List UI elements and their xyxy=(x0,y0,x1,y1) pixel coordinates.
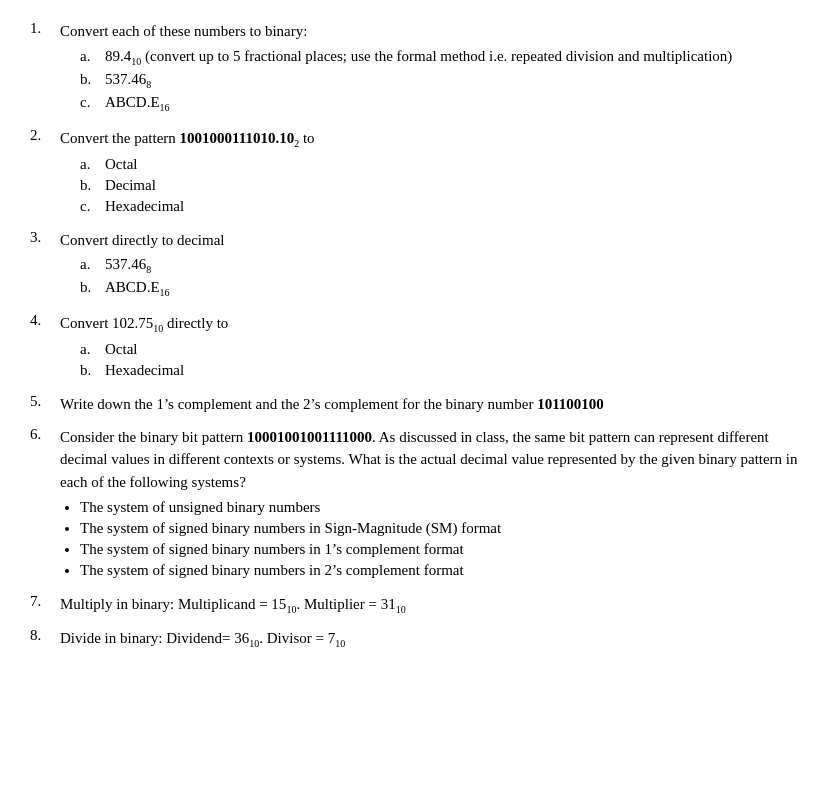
question-item-5: 5.Write down the 1’s complement and the … xyxy=(30,393,808,416)
question-item-8: 8.Divide in binary: Dividend= 3610. Divi… xyxy=(30,627,808,651)
sub-content-4-2: Hexadecimal xyxy=(105,362,808,379)
question-content-7: Multiply in binary: Multiplicand = 1510.… xyxy=(60,593,808,617)
question-text-6: Consider the binary bit pattern 10001001… xyxy=(60,426,808,494)
sub-list-3: a.537.468b.ABCD.E16 xyxy=(60,256,808,298)
question-number-2: 2. xyxy=(30,127,60,219)
question-item-2: 2.Convert the pattern 1001000111010.102 … xyxy=(30,127,808,219)
question-item-3: 3.Convert directly to decimala.537.468b.… xyxy=(30,229,808,303)
question-content-1: Convert each of these numbers to binary:… xyxy=(60,20,808,117)
question-text-7: Multiply in binary: Multiplicand = 1510.… xyxy=(60,593,808,617)
question-text-4: Convert 102.7510 directly to xyxy=(60,312,808,336)
question-item-4: 4.Convert 102.7510 directly toa.Octalb.H… xyxy=(30,312,808,383)
question-number-6: 6. xyxy=(30,426,60,584)
question-number-7: 7. xyxy=(30,593,60,617)
bullet-item-6-1: The system of unsigned binary numbers xyxy=(80,499,808,516)
sub-label-1-2: b. xyxy=(80,71,105,90)
question-text-2: Convert the pattern 1001000111010.102 to xyxy=(60,127,808,151)
question-item-7: 7.Multiply in binary: Multiplicand = 151… xyxy=(30,593,808,617)
sub-item-1-3: c.ABCD.E16 xyxy=(60,94,808,113)
question-text-8: Divide in binary: Dividend= 3610. Diviso… xyxy=(60,627,808,651)
sub-content-3-1: 537.468 xyxy=(105,256,808,275)
sub-content-2-3: Hexadecimal xyxy=(105,198,808,215)
question-number-5: 5. xyxy=(30,393,60,416)
sub-item-3-2: b.ABCD.E16 xyxy=(60,279,808,298)
sub-item-4-1: a.Octal xyxy=(60,341,808,358)
question-content-5: Write down the 1’s complement and the 2’… xyxy=(60,393,808,416)
sub-label-2-2: b. xyxy=(80,177,105,194)
question-content-4: Convert 102.7510 directly toa.Octalb.Hex… xyxy=(60,312,808,383)
sub-content-2-2: Decimal xyxy=(105,177,808,194)
sub-item-4-2: b.Hexadecimal xyxy=(60,362,808,379)
sub-content-2-1: Octal xyxy=(105,156,808,173)
question-text-1: Convert each of these numbers to binary: xyxy=(60,20,808,43)
sub-label-3-1: a. xyxy=(80,256,105,275)
sub-label-2-1: a. xyxy=(80,156,105,173)
sub-item-2-2: b.Decimal xyxy=(60,177,808,194)
sub-item-1-1: a.89.410 (convert up to 5 fractional pla… xyxy=(60,48,808,67)
question-number-8: 8. xyxy=(30,627,60,651)
sub-item-1-2: b.537.468 xyxy=(60,71,808,90)
sub-list-4: a.Octalb.Hexadecimal xyxy=(60,341,808,379)
sub-content-1-1: 89.410 (convert up to 5 fractional place… xyxy=(105,48,808,67)
sub-content-4-1: Octal xyxy=(105,341,808,358)
sub-label-4-1: a. xyxy=(80,341,105,358)
question-item-1: 1.Convert each of these numbers to binar… xyxy=(30,20,808,117)
question-content-8: Divide in binary: Dividend= 3610. Diviso… xyxy=(60,627,808,651)
sub-content-1-3: ABCD.E16 xyxy=(105,94,808,113)
question-text-5: Write down the 1’s complement and the 2’… xyxy=(60,393,808,416)
sub-item-2-1: a.Octal xyxy=(60,156,808,173)
question-content-3: Convert directly to decimala.537.468b.AB… xyxy=(60,229,808,303)
bullet-list-6: The system of unsigned binary numbers The… xyxy=(80,499,808,579)
bullet-item-6-2: The system of signed binary numbers in S… xyxy=(80,520,808,537)
question-number-1: 1. xyxy=(30,20,60,117)
sub-label-1-3: c. xyxy=(80,94,105,113)
sub-label-2-3: c. xyxy=(80,198,105,215)
sub-item-2-3: c.Hexadecimal xyxy=(60,198,808,215)
sub-label-3-2: b. xyxy=(80,279,105,298)
bullet-item-6-3: The system of signed binary numbers in 1… xyxy=(80,541,808,558)
sub-label-4-2: b. xyxy=(80,362,105,379)
sub-content-1-2: 537.468 xyxy=(105,71,808,90)
question-text-3: Convert directly to decimal xyxy=(60,229,808,252)
sub-list-1: a.89.410 (convert up to 5 fractional pla… xyxy=(60,48,808,113)
bullet-item-6-4: The system of signed binary numbers in 2… xyxy=(80,562,808,579)
question-number-3: 3. xyxy=(30,229,60,303)
sub-content-3-2: ABCD.E16 xyxy=(105,279,808,298)
question-item-6: 6.Consider the binary bit pattern 100010… xyxy=(30,426,808,584)
sub-item-3-1: a.537.468 xyxy=(60,256,808,275)
question-number-4: 4. xyxy=(30,312,60,383)
question-content-2: Convert the pattern 1001000111010.102 to… xyxy=(60,127,808,219)
main-question-list: 1.Convert each of these numbers to binar… xyxy=(30,20,808,651)
sub-list-2: a.Octalb.Decimalc.Hexadecimal xyxy=(60,156,808,215)
sub-label-1-1: a. xyxy=(80,48,105,67)
question-content-6: Consider the binary bit pattern 10001001… xyxy=(60,426,808,584)
